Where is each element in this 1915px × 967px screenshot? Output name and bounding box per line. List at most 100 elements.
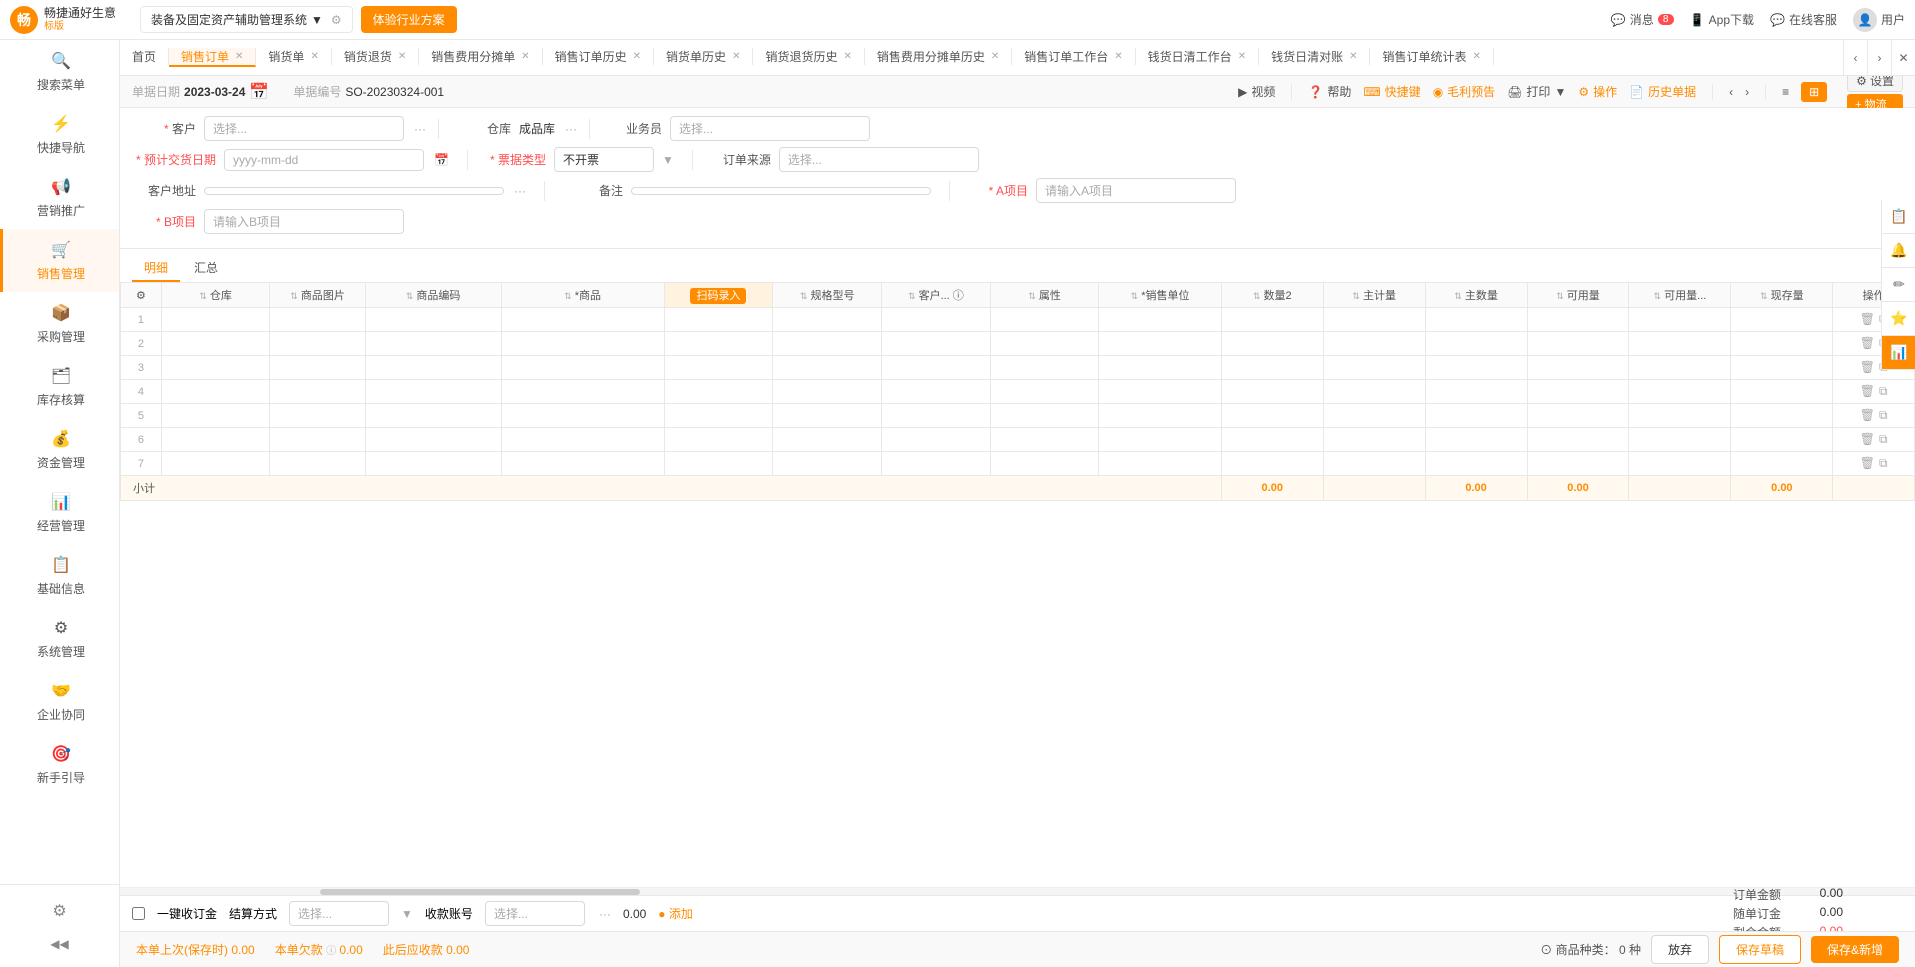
payment-method-dropdown[interactable]: ▼ [401, 907, 413, 921]
warehouse-dots[interactable]: ··· [565, 122, 577, 136]
tab-close-sales_stats[interactable]: ✕ [1473, 51, 1481, 62]
col-attr[interactable]: ⇅ 属性 [990, 283, 1099, 308]
row-delete-7[interactable]: 🗑 [1860, 456, 1875, 471]
save-new-button[interactable]: 保存&新增 [1811, 936, 1899, 963]
col-settings[interactable]: ⚙ [121, 283, 162, 308]
row-delete-4[interactable]: 🗑 [1860, 384, 1875, 399]
col-spec[interactable]: ⇅ 规格型号 [773, 283, 882, 308]
tab-close-sales_expense_split[interactable]: ✕ [521, 51, 529, 62]
tab-close-sales_workbench[interactable]: ✕ [1114, 51, 1122, 62]
rsb-btn-2[interactable]: 🔔 [1882, 234, 1915, 268]
rsb-btn-4[interactable]: ⭐ [1882, 302, 1915, 336]
invoice-dropdown-icon[interactable]: ▼ [662, 153, 674, 167]
row-delete-5[interactable]: 🗑 [1860, 408, 1875, 423]
row-delete-6[interactable]: 🗑 [1860, 432, 1875, 447]
col-qty2[interactable]: ⇅ 数量2 [1221, 283, 1323, 308]
sidebar-item-sales[interactable]: 🛒 销售管理 [0, 229, 119, 292]
sidebar-item-purchase[interactable]: 📦 采购管理 [0, 292, 119, 355]
col-customer-code[interactable]: ⇅ 客户... ⓘ [882, 283, 991, 308]
print-btn[interactable]: 🖨 打印 ▼ [1507, 83, 1566, 100]
row-copy-4[interactable]: ⧉ [1879, 384, 1888, 399]
row-delete-2[interactable]: 🗑 [1860, 336, 1875, 351]
next-record-btn[interactable]: › [1745, 85, 1749, 99]
horizontal-scrollbar[interactable] [120, 887, 1915, 895]
tab-sales_return[interactable]: 销货单✕ [256, 48, 331, 65]
col-main-qty[interactable]: ⇅ 主数量 [1425, 283, 1527, 308]
col-current-stock[interactable]: ⇅ 现存量 [1731, 283, 1833, 308]
app-download-btn[interactable]: 📱 App下载 [1690, 11, 1754, 28]
sidebar-item-guide[interactable]: 🎯 新手引导 [0, 733, 119, 796]
sidebar-item-business[interactable]: 📊 经营管理 [0, 481, 119, 544]
tab-prev-btn[interactable]: ‹ [1843, 40, 1867, 76]
tab-close-sales_order_history[interactable]: ✕ [633, 51, 641, 62]
sidebar-item-enterprise[interactable]: 🤝 企业协同 [0, 670, 119, 733]
tab-close-btn[interactable]: ✕ [1891, 40, 1915, 76]
tab-close-sales_order[interactable]: ✕ [235, 51, 243, 62]
grid-view-btn[interactable]: ⊞ [1801, 82, 1827, 102]
tab-sales_return_history[interactable]: 销货单历史✕ [654, 48, 753, 65]
prev-record-btn[interactable]: ‹ [1729, 85, 1733, 99]
account-dots[interactable]: ··· [599, 907, 611, 921]
settings-quick-btn[interactable]: ⚙ 设置 [1847, 76, 1903, 92]
b-project-input[interactable]: 请输入B项目 [204, 209, 404, 234]
row-copy-6[interactable]: ⧉ [1879, 432, 1888, 447]
message-btn[interactable]: 💬 消息 8 [1611, 11, 1674, 28]
col-main-unit[interactable]: ⇅ 主计量 [1323, 283, 1425, 308]
rsb-btn-5[interactable]: 📊 [1882, 336, 1915, 370]
tab-sales_workbench[interactable]: 销售订单工作台✕ [1012, 48, 1135, 65]
add-btn[interactable]: ● 添加 [658, 905, 693, 922]
tab-close-sales_refund_history[interactable]: ✕ [843, 51, 851, 62]
sidebar-item-quicknav[interactable]: ⚡ 快捷导航 [0, 103, 119, 166]
tab-close-cash_reconcile[interactable]: ✕ [1349, 51, 1357, 62]
one-click-checkbox[interactable] [132, 907, 145, 920]
sidebar-item-base[interactable]: 📋 基础信息 [0, 544, 119, 607]
operation-btn[interactable]: ⚙ 操作 [1578, 83, 1617, 100]
view-video-btn[interactable]: ▶ 视频 [1238, 83, 1275, 100]
tab-next-btn[interactable]: › [1867, 40, 1891, 76]
tab-sales_expense_split[interactable]: 销售费用分摊单✕ [419, 48, 542, 65]
order-source-input[interactable]: 选择... [779, 147, 979, 172]
tab-mingxi[interactable]: 明细 [132, 255, 180, 282]
address-input[interactable] [204, 187, 504, 195]
tab-huizong[interactable]: 汇总 [182, 255, 230, 282]
sidebar-item-system[interactable]: ⚙ 系统管理 [0, 607, 119, 670]
col-available1[interactable]: ⇅ 可用量 [1527, 283, 1629, 308]
col-image[interactable]: ⇅ 商品图片 [270, 283, 365, 308]
tab-sales_refund_history[interactable]: 销货退货历史✕ [753, 48, 864, 65]
sidebar-item-search[interactable]: 🔍 搜索菜单 [0, 40, 119, 103]
user-btn[interactable]: 👤 用户 [1853, 8, 1905, 32]
list-view-btn[interactable]: ≡ [1782, 85, 1789, 99]
tab-sales_stats[interactable]: 销售订单统计表✕ [1370, 48, 1493, 65]
row-delete-3[interactable]: 🗑 [1860, 360, 1875, 375]
tab-sales_order[interactable]: 销售订单✕ [169, 48, 256, 67]
col-unit[interactable]: ⇅ *销售单位 [1099, 283, 1221, 308]
salesperson-input[interactable]: 选择... [670, 116, 870, 141]
col-sku[interactable]: ⇅ 商品编码 [365, 283, 501, 308]
rsb-btn-1[interactable]: 📋 [1882, 200, 1915, 234]
col-scan[interactable]: 扫码录入 [664, 283, 773, 308]
col-available2[interactable]: ⇅ 可用量... [1629, 283, 1731, 308]
account-input[interactable]: 选择... [485, 901, 585, 926]
save-draft-button[interactable]: 保存草稿 [1719, 935, 1801, 964]
tab-sales_order_history[interactable]: 销售订单历史✕ [543, 48, 654, 65]
help-btn[interactable]: ❓ 帮助 [1308, 83, 1351, 100]
tab-close-sales_expense_history[interactable]: ✕ [991, 51, 999, 62]
shortcut-btn[interactable]: ⌨ 快捷键 [1363, 83, 1420, 100]
history-btn[interactable]: 📄 历史单据 [1629, 83, 1696, 100]
a-project-input[interactable]: 请输入A项目 [1036, 178, 1236, 203]
tab-sales_expense_history[interactable]: 销售费用分摊单历史✕ [865, 48, 1012, 65]
online-service-btn[interactable]: 💬 在线客服 [1770, 11, 1837, 28]
tab-home[interactable]: 首页 [120, 48, 169, 65]
row-copy-7[interactable]: ⧉ [1879, 456, 1888, 471]
sidebar-item-stock[interactable]: 🗂 库存核算 [0, 355, 119, 418]
address-dots[interactable]: ··· [514, 184, 526, 198]
calendar-icon[interactable]: 📅 [434, 153, 449, 167]
solution-button[interactable]: 体验行业方案 [361, 6, 457, 33]
system-selector[interactable]: 装备及固定资产辅助管理系统 ▼ ⚙ [140, 6, 353, 33]
sidebar-settings[interactable]: ⚙ [0, 893, 119, 929]
tab-cash_daily[interactable]: 钱货日清工作台✕ [1136, 48, 1259, 65]
rsb-btn-3[interactable]: ✏ [1882, 268, 1915, 302]
col-product[interactable]: ⇅ *商品 [501, 283, 664, 308]
invoice-select[interactable]: 不开票 [554, 147, 654, 172]
discard-button[interactable]: 放弃 [1651, 935, 1709, 964]
